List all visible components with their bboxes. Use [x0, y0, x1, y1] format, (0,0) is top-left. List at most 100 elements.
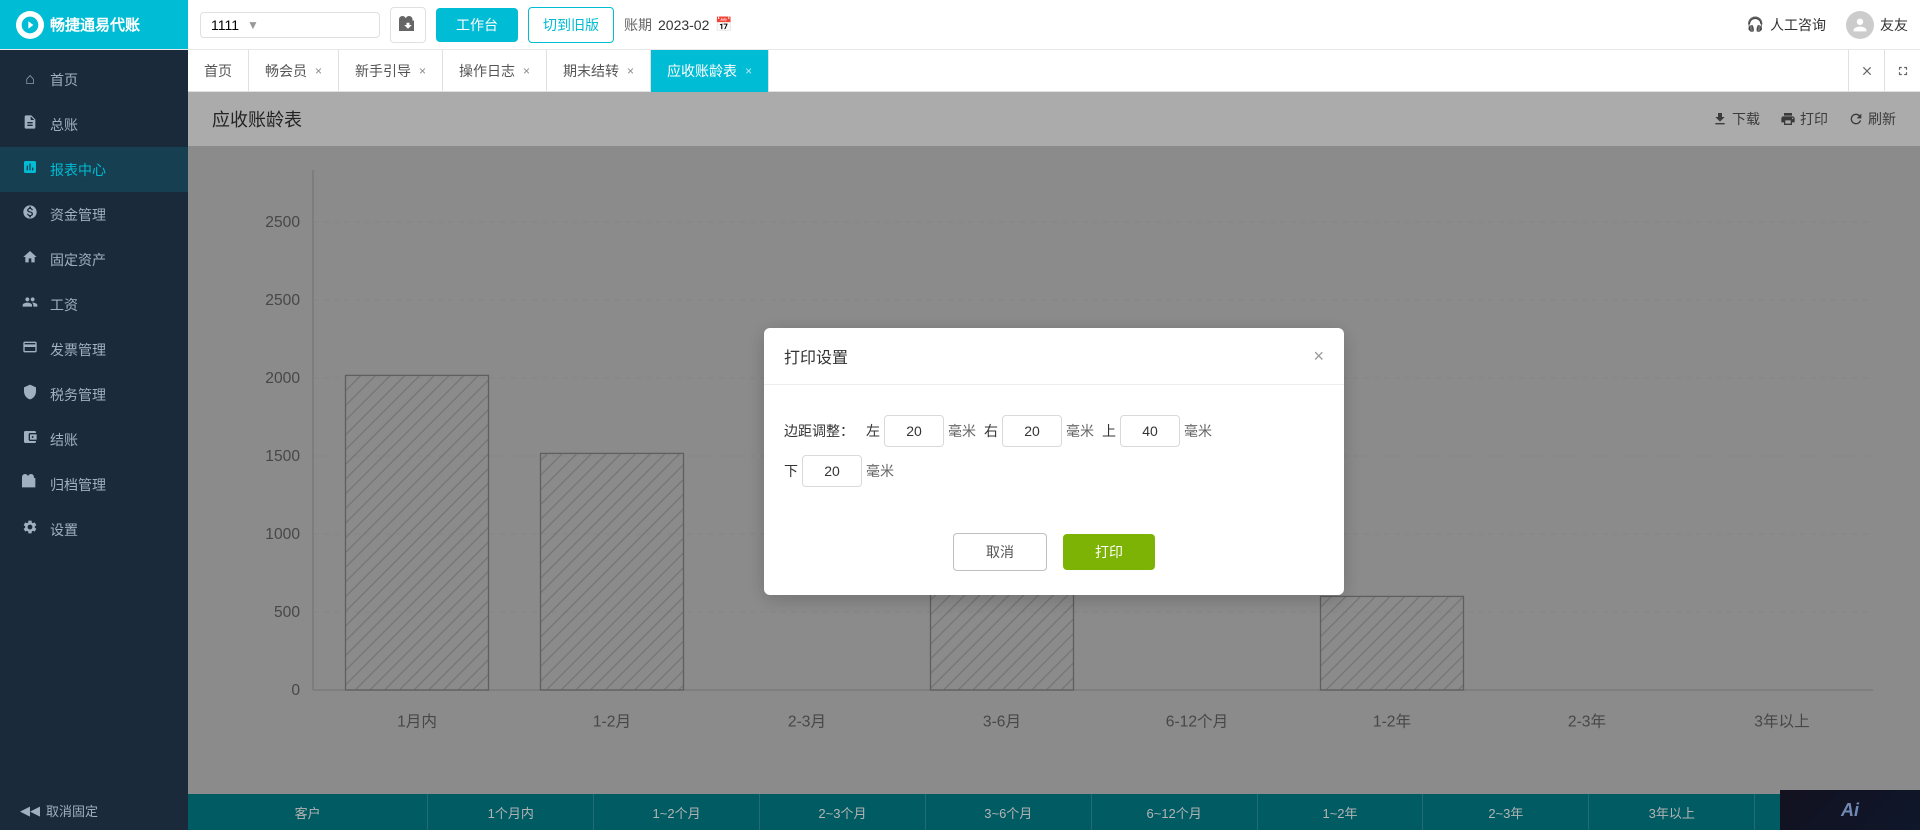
margin-label: 边距调整：: [784, 421, 854, 441]
switch-button[interactable]: 切到旧版: [528, 7, 614, 43]
modal-title: 打印设置: [784, 344, 848, 368]
tab-guide-close[interactable]: ×: [419, 64, 426, 78]
top-right: 🎧 人工咨询 友友: [1747, 11, 1908, 39]
sidebar-item-label: 资金管理: [50, 205, 106, 225]
right-input[interactable]: [1002, 415, 1062, 447]
margin-row: 边距调整： 左 毫米 右 毫米: [784, 415, 1324, 487]
logo: 畅捷通易代账: [0, 0, 188, 49]
assets-icon: [20, 249, 40, 270]
sidebar-item-settings[interactable]: 设置: [0, 507, 188, 552]
tab-maximize[interactable]: [1884, 50, 1920, 92]
tab-guide-label: 新手引导: [355, 61, 411, 81]
sidebar-footer-label: 取消固定: [46, 801, 98, 820]
user-label: 友友: [1880, 15, 1908, 35]
sidebar-item-ledger[interactable]: 总账: [0, 102, 188, 147]
sidebar-item-assets[interactable]: 固定资产: [0, 237, 188, 282]
right-unit: 毫米: [1066, 421, 1094, 441]
modal-close-button[interactable]: ×: [1313, 347, 1324, 365]
tab-member-close[interactable]: ×: [315, 64, 322, 78]
tab-aging[interactable]: 应收账龄表 ×: [651, 50, 769, 92]
period-info: 账期 2023-02 📅: [624, 15, 733, 35]
calendar-icon[interactable]: 📅: [715, 16, 732, 33]
headset-icon: 🎧: [1747, 16, 1764, 33]
reports-icon: [20, 159, 40, 180]
bottom-input[interactable]: [802, 455, 862, 487]
print-settings-modal: 打印设置 × 边距调整： 左 毫米: [764, 328, 1344, 595]
content-main: 应收账龄表 下载 打印 刷新: [188, 92, 1920, 830]
sidebar-item-archive[interactable]: 归档管理: [0, 462, 188, 507]
tab-log[interactable]: 操作日志 ×: [443, 50, 547, 92]
print-confirm-button[interactable]: 打印: [1063, 534, 1155, 570]
tab-aging-label: 应收账龄表: [667, 61, 737, 81]
sidebar-footer[interactable]: ◀◀ 取消固定: [0, 791, 188, 830]
tab-period-end[interactable]: 期末结转 ×: [547, 50, 651, 92]
tab-home-label: 首页: [204, 61, 232, 81]
user-button[interactable]: 友友: [1846, 11, 1908, 39]
sidebar-item-home[interactable]: ⌂ 首页: [0, 58, 188, 102]
archive-icon: [20, 474, 40, 495]
sidebar-item-invoice[interactable]: 发票管理: [0, 327, 188, 372]
avatar: [1846, 11, 1874, 39]
bottom-label: 下: [784, 461, 798, 481]
sidebar-item-label: 工资: [50, 295, 78, 315]
settlement-icon: [20, 429, 40, 450]
tab-member-label: 畅会员: [265, 61, 307, 81]
invoice-icon: [20, 339, 40, 360]
top-label: 上: [1102, 421, 1116, 441]
tab-home[interactable]: 首页: [188, 50, 249, 92]
consult-button[interactable]: 🎧 人工咨询: [1747, 15, 1826, 35]
sidebar-item-label: 总账: [50, 115, 78, 135]
sidebar-item-label: 首页: [50, 70, 78, 90]
tab-bar: 首页 畅会员 × 新手引导 × 操作日志 × 期末结转 ×: [188, 50, 1920, 92]
right-label: 右: [984, 421, 998, 441]
company-select[interactable]: 1111 ▼: [200, 12, 380, 38]
logo-icon: [16, 11, 44, 39]
funds-icon: [20, 204, 40, 225]
period-label: 账期: [624, 15, 652, 35]
modal-overlay: 打印设置 × 边距调整： 左 毫米: [188, 92, 1920, 830]
modal-header: 打印设置 ×: [764, 328, 1344, 385]
content-area: 首页 畅会员 × 新手引导 × 操作日志 × 期末结转 ×: [188, 50, 1920, 830]
dropdown-icon: ▼: [247, 18, 259, 32]
sidebar-item-label: 报表中心: [50, 160, 106, 180]
top-input[interactable]: [1120, 415, 1180, 447]
sidebar-item-settlement[interactable]: 结账: [0, 417, 188, 462]
sidebar-item-reports[interactable]: 报表中心: [0, 147, 188, 192]
sidebar-item-funds[interactable]: 资金管理: [0, 192, 188, 237]
logo-text: 畅捷通易代账: [50, 14, 140, 35]
top-unit: 毫米: [1184, 421, 1212, 441]
cancel-button[interactable]: 取消: [953, 533, 1047, 571]
tax-icon: [20, 384, 40, 405]
sidebar-item-label: 归档管理: [50, 475, 106, 495]
tab-period-end-close[interactable]: ×: [627, 64, 634, 78]
tab-log-close[interactable]: ×: [523, 64, 530, 78]
home-icon: ⌂: [20, 71, 40, 89]
sidebar-item-label: 固定资产: [50, 250, 106, 270]
tab-close-all[interactable]: [1848, 50, 1884, 92]
tab-aging-close[interactable]: ×: [745, 64, 752, 78]
sidebar-item-payroll[interactable]: 工资: [0, 282, 188, 327]
tab-guide[interactable]: 新手引导 ×: [339, 50, 443, 92]
tab-member[interactable]: 畅会员 ×: [249, 50, 339, 92]
sidebar-item-tax[interactable]: 税务管理: [0, 372, 188, 417]
tab-period-end-label: 期末结转: [563, 61, 619, 81]
margin-right-group: 右 毫米: [984, 415, 1094, 447]
modal-body: 边距调整： 左 毫米 右 毫米: [764, 385, 1344, 517]
bottom-unit: 毫米: [866, 461, 894, 481]
sidebar-nav: ⌂ 首页 总账 报表中心: [0, 50, 188, 791]
payroll-icon: [20, 294, 40, 315]
workbench-button[interactable]: 工作台: [436, 8, 518, 42]
tab-actions: [1848, 50, 1920, 92]
margin-bottom-group: 下 毫米: [784, 455, 894, 487]
left-input[interactable]: [884, 415, 944, 447]
settings-icon: [20, 519, 40, 540]
sidebar-item-label: 结账: [50, 430, 78, 450]
left-unit: 毫米: [948, 421, 976, 441]
sidebar-item-label: 税务管理: [50, 385, 106, 405]
modal-footer: 取消 打印: [764, 517, 1344, 595]
sidebar: ⌂ 首页 总账 报表中心: [0, 50, 188, 830]
pin-icon: ◀◀: [20, 803, 40, 819]
sidebar-item-label: 设置: [50, 520, 78, 540]
archive-button[interactable]: [390, 7, 426, 43]
consult-label: 人工咨询: [1770, 15, 1826, 35]
